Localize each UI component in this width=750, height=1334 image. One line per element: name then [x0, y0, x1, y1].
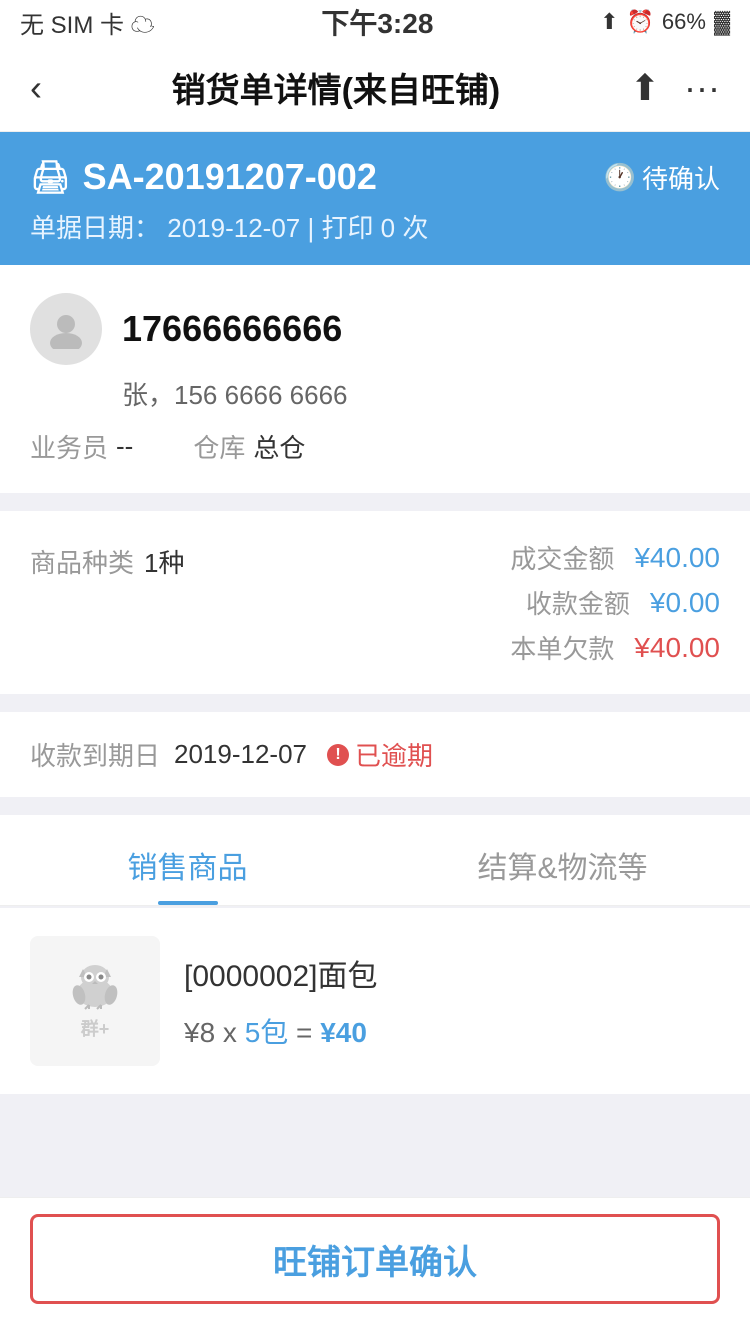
product-qty: 5包 — [245, 1017, 289, 1048]
due-date-value: 2019-12-07 — [174, 739, 307, 770]
back-button[interactable]: ‹ — [30, 67, 42, 109]
product-unit-price: ¥8 x — [184, 1017, 245, 1048]
product-type-value: 1种 — [144, 543, 184, 580]
overdue-text: 已逾期 — [355, 736, 433, 773]
alarm-icon: ⏰ — [627, 9, 654, 35]
amount-value-2: ¥40.00 — [634, 632, 720, 664]
warehouse-value: 总仓 — [253, 428, 305, 465]
status-bar-left: 无 SIM 卡 ☁ — [20, 5, 155, 40]
status-clock-icon: 🕐 — [604, 162, 636, 193]
amount-value-1: ¥0.00 — [650, 587, 720, 619]
product-image: 群+ — [30, 936, 160, 1066]
tab-products-label: 销售商品 — [128, 852, 248, 885]
brand-text: 群+ — [81, 1015, 110, 1041]
nav-right-actions: ⬆ ··· — [630, 67, 720, 109]
battery-level: 66% — [662, 9, 706, 35]
tabs: 销售商品 结算&物流等 — [0, 815, 750, 906]
tab-products[interactable]: 销售商品 — [0, 815, 375, 905]
amount-row-1: 收款金额 ¥0.00 — [526, 584, 720, 621]
amounts: 成交金额 ¥40.00 收款金额 ¥0.00 本单欠款 ¥40.00 — [510, 539, 720, 666]
customer-avatar — [30, 293, 102, 365]
order-id: 🖨 SA-20191207-002 — [30, 156, 377, 198]
customer-card: 17666666666 张，156 6666 6666 业务员 -- 仓库 总仓 — [0, 265, 750, 493]
product-card: 群+ [0000002]面包 ¥8 x 5包 = ¥40 — [0, 908, 750, 1094]
order-date-row: 单据日期： 2019-12-07 | 打印 0 次 — [30, 208, 720, 245]
order-id-text: SA-20191207-002 — [83, 156, 377, 198]
tab-settlement[interactable]: 结算&物流等 — [375, 815, 750, 905]
warehouse: 仓库 总仓 — [193, 428, 305, 465]
overdue-icon: ! — [327, 744, 349, 766]
sales-rep: 业务员 -- — [30, 428, 133, 465]
order-status: 🕐 待确认 — [604, 159, 720, 196]
product-price: ¥8 x 5包 = ¥40 — [184, 1011, 720, 1051]
order-header: 🖨 SA-20191207-002 🕐 待确认 单据日期： 2019-12-07… — [0, 132, 750, 265]
divider-3 — [0, 799, 750, 815]
product-type: 商品种类 1种 — [30, 539, 184, 580]
product-separator: = — [288, 1017, 320, 1048]
status-bar-time: 下午3:28 — [321, 2, 433, 42]
battery-bar: ▓ — [714, 9, 730, 35]
order-status-text: 待确认 — [642, 159, 720, 196]
order-icon: 🖨 — [30, 158, 71, 196]
product-total: ¥40 — [320, 1017, 367, 1048]
order-date-value: 2019-12-07 — [167, 213, 300, 243]
share-button[interactable]: ⬆ — [630, 67, 660, 109]
product-info: [0000002]面包 ¥8 x 5包 = ¥40 — [184, 951, 720, 1051]
sales-rep-value: -- — [116, 431, 133, 462]
due-date-card: 收款到期日 2019-12-07 ! 已逾期 — [0, 712, 750, 797]
due-date-label: 收款到期日 — [30, 736, 160, 773]
status-bar-right: ⬆ ⏰ 66% ▓ — [600, 9, 730, 35]
product-type-label: 商品种类 — [30, 543, 134, 580]
amount-row-2: 本单欠款 ¥40.00 — [510, 629, 720, 666]
page-title: 销货单详情(来自旺铺) — [172, 63, 501, 112]
product-name: [0000002]面包 — [184, 951, 720, 995]
status-bar: 无 SIM 卡 ☁ 下午3:28 ⬆ ⏰ 66% ▓ — [0, 0, 750, 44]
tab-settlement-label: 结算&物流等 — [477, 852, 647, 885]
sales-rep-label: 业务员 — [30, 428, 108, 465]
nav-bar: ‹ 销货单详情(来自旺铺) ⬆ ··· — [0, 44, 750, 132]
amount-label-1: 收款金额 — [526, 584, 630, 621]
sim-status: 无 SIM 卡 ☁ — [20, 5, 155, 40]
more-button[interactable]: ··· — [684, 67, 720, 109]
divider-2 — [0, 696, 750, 712]
bottom-bar: 旺铺订单确认 — [0, 1197, 750, 1334]
overdue-badge: ! 已逾期 — [327, 736, 433, 773]
amount-label-2: 本单欠款 — [510, 629, 614, 666]
customer-name: 张，156 6666 6666 — [122, 375, 720, 412]
summary-card: 商品种类 1种 成交金额 ¥40.00 收款金额 ¥0.00 本单欠款 ¥40.… — [0, 511, 750, 694]
customer-phone: 17666666666 — [122, 308, 342, 350]
amount-row-0: 成交金额 ¥40.00 — [510, 539, 720, 576]
divider-1 — [0, 495, 750, 511]
customer-meta: 业务员 -- 仓库 总仓 — [30, 428, 720, 465]
order-date-label: 单据日期： — [30, 213, 160, 243]
warehouse-label: 仓库 — [193, 428, 245, 465]
order-print-info: | 打印 0 次 — [307, 213, 428, 243]
battery-icon: ⬆ — [600, 9, 618, 35]
confirm-order-button[interactable]: 旺铺订单确认 — [30, 1214, 720, 1304]
amount-value-0: ¥40.00 — [634, 542, 720, 574]
product-logo: 群+ — [65, 961, 125, 1041]
amount-label-0: 成交金额 — [510, 539, 614, 576]
